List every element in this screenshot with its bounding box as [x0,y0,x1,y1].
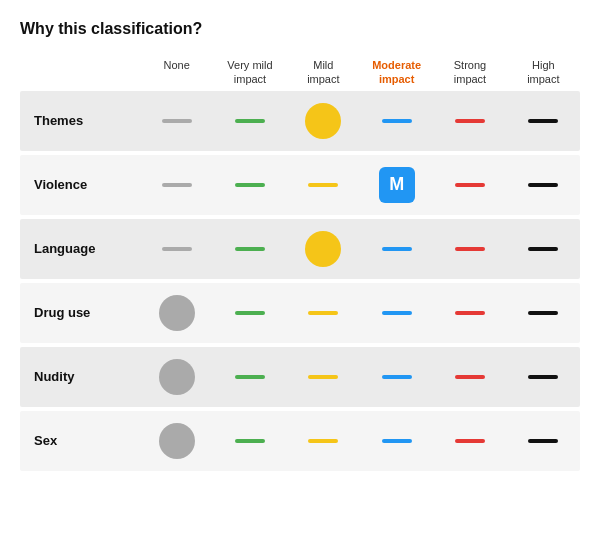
col-header-moderate: Moderateimpact [360,58,433,87]
table-row: Violence M [20,155,580,215]
indicator-cell [287,231,360,267]
col-header-none: None [140,58,213,87]
indicator-cell [140,295,213,331]
table-row: Themes [20,91,580,151]
indicator-cell [360,439,433,443]
indicator-cell [140,119,213,123]
indicator-cell [360,119,433,123]
indicator-cell [287,103,360,139]
row-label: Drug use [20,305,140,320]
indicator-cell [360,375,433,379]
indicator-cell [213,119,286,123]
table-row: Nudity [20,347,580,407]
col-header-mild: Mildimpact [287,58,360,87]
indicator-cell [140,423,213,459]
table-body: Themes Violence M Language Drug use Nudity Sex [20,91,580,471]
table-row: Language [20,219,580,279]
col-header-high: Highimpact [507,58,580,87]
indicator-cell [507,439,580,443]
indicator-cell [360,311,433,315]
table-header: None Very mildimpact Mildimpact Moderate… [20,58,580,87]
indicator-cell [507,375,580,379]
table-row: Drug use [20,283,580,343]
indicator-cell [213,439,286,443]
indicator-cell [287,311,360,315]
indicator-cell [507,183,580,187]
indicator-cell [213,375,286,379]
indicator-cell [213,247,286,251]
indicator-cell [507,311,580,315]
indicator-cell [287,375,360,379]
col-header-category [20,58,140,87]
page-title: Why this classification? [20,20,580,38]
indicator-cell [433,183,506,187]
col-header-strong: Strongimpact [433,58,506,87]
indicator-cell [360,247,433,251]
indicator-cell [213,311,286,315]
indicator-cell [433,119,506,123]
indicator-cell [507,247,580,251]
indicator-cell [433,247,506,251]
indicator-cell [213,183,286,187]
indicator-cell: M [360,167,433,203]
indicator-cell [287,183,360,187]
row-label: Themes [20,113,140,128]
indicator-cell [287,439,360,443]
indicator-cell [140,247,213,251]
row-label: Sex [20,433,140,448]
classification-table: None Very mildimpact Mildimpact Moderate… [20,58,580,471]
table-row: Sex [20,411,580,471]
indicator-cell [507,119,580,123]
indicator-cell [140,359,213,395]
indicator-cell [433,375,506,379]
indicator-cell [433,439,506,443]
indicator-cell [433,311,506,315]
col-header-very-mild: Very mildimpact [213,58,286,87]
row-label: Violence [20,177,140,192]
row-label: Nudity [20,369,140,384]
row-label: Language [20,241,140,256]
indicator-cell [140,183,213,187]
